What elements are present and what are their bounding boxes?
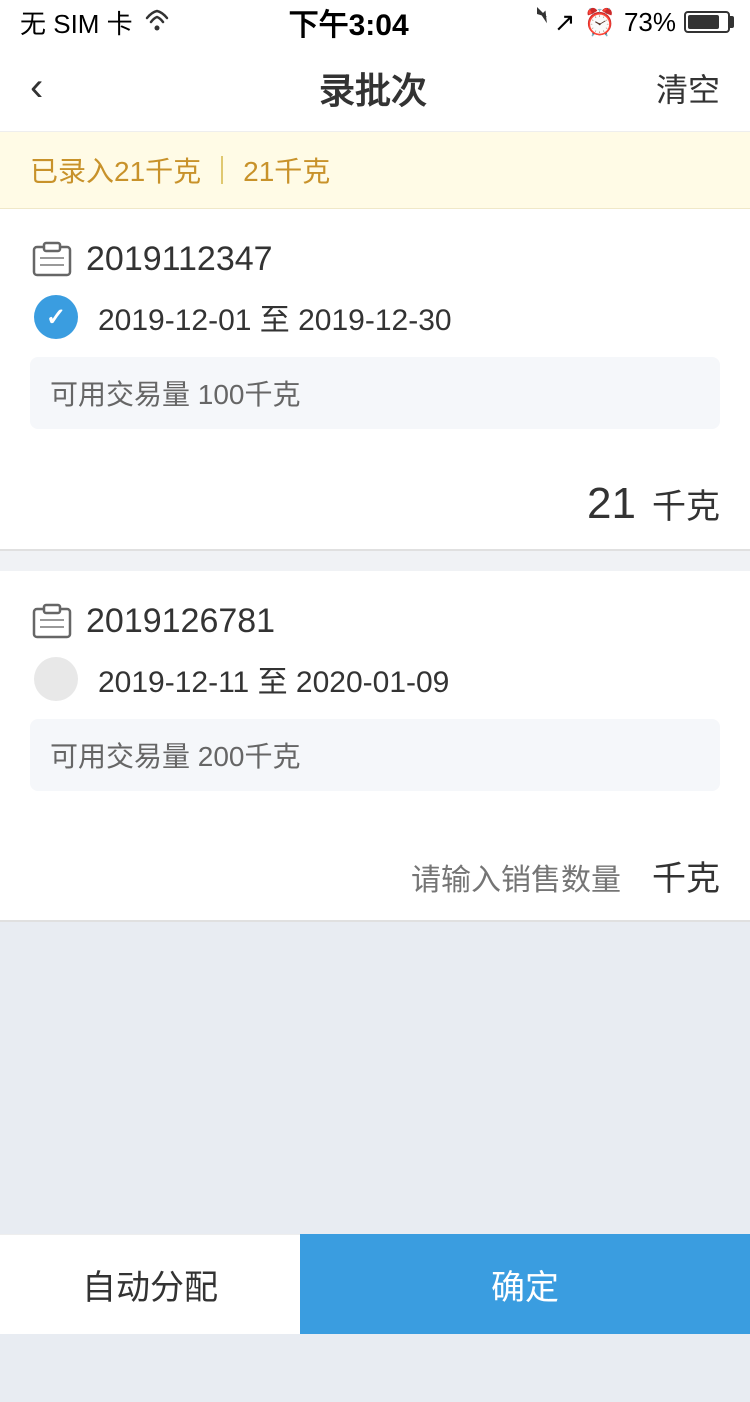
- batch1-available: 可用交易量 100千克: [50, 379, 301, 410]
- auto-distribute-button[interactable]: 自动分配: [0, 1234, 300, 1334]
- nav-bar: ‹ 录批次 清空: [0, 44, 750, 132]
- batch1-amount-row: 21 千克: [0, 469, 750, 551]
- batch-icon-2: [30, 601, 74, 641]
- confirm-button[interactable]: 确定: [300, 1234, 750, 1334]
- batch1-date: 2019-12-01 至 2019-12-30: [98, 295, 452, 339]
- batch2-available-box: 可用交易量 200千克: [30, 719, 720, 791]
- recorded-label: 已录入21千克: [30, 150, 201, 190]
- batch2-input-row[interactable]: 千克: [0, 831, 750, 922]
- alarm-icon: ⏰: [584, 7, 616, 38]
- wifi-icon: [143, 7, 171, 38]
- checkmark-icon: ✓: [46, 303, 66, 332]
- batch1-available-box: 可用交易量 100千克: [30, 357, 720, 429]
- bottom-bar: 自动分配 确定: [0, 1234, 750, 1334]
- batch1-radio[interactable]: ✓: [34, 295, 78, 339]
- card-gap: [0, 551, 750, 571]
- battery-icon: [684, 11, 730, 33]
- page-title: 录批次: [319, 62, 427, 114]
- battery-percent: 73%: [624, 7, 676, 38]
- batch2-number: 2019126781: [86, 602, 275, 641]
- batch1-date-row[interactable]: ✓ 2019-12-01 至 2019-12-30: [30, 295, 720, 339]
- batch2-date: 2019-12-11 至 2020-01-09: [98, 657, 449, 701]
- status-left: 无 SIM 卡: [20, 4, 171, 41]
- no-sim-text: 无 SIM 卡: [20, 4, 133, 41]
- batch1-header: 2019112347: [30, 239, 720, 279]
- batch1-number: 2019112347: [86, 240, 273, 279]
- batch1-unit: 千克: [652, 479, 720, 528]
- status-bar: 无 SIM 卡 下午3:04 ↗ ⏰ 73%: [0, 0, 750, 44]
- batch2-card: 2019126781 2019-12-11 至 2020-01-09 可用交易量…: [0, 571, 750, 831]
- back-button[interactable]: ‹: [30, 65, 90, 110]
- batch2-radio[interactable]: [34, 657, 78, 701]
- batch2-header: 2019126781: [30, 601, 720, 641]
- batch2-unit: 千克: [652, 851, 720, 900]
- batch1-card: 2019112347 ✓ 2019-12-01 至 2019-12-30 可用交…: [0, 209, 750, 469]
- batch2-available: 可用交易量 200千克: [50, 741, 301, 772]
- status-time: 下午3:04: [289, 0, 409, 44]
- total-value: 21千克: [243, 150, 330, 190]
- batch2-date-row[interactable]: 2019-12-11 至 2020-01-09: [30, 657, 720, 701]
- location-icon: ↗: [527, 7, 576, 38]
- status-right: ↗ ⏰ 73%: [527, 7, 730, 38]
- quantity-input[interactable]: [336, 864, 636, 898]
- info-banner: 已录入21千克 21千克: [0, 132, 750, 209]
- batch-icon-1: [30, 239, 74, 279]
- batch1-amount: 21: [587, 479, 636, 529]
- info-divider: [221, 156, 223, 184]
- clear-button[interactable]: 清空: [656, 65, 720, 111]
